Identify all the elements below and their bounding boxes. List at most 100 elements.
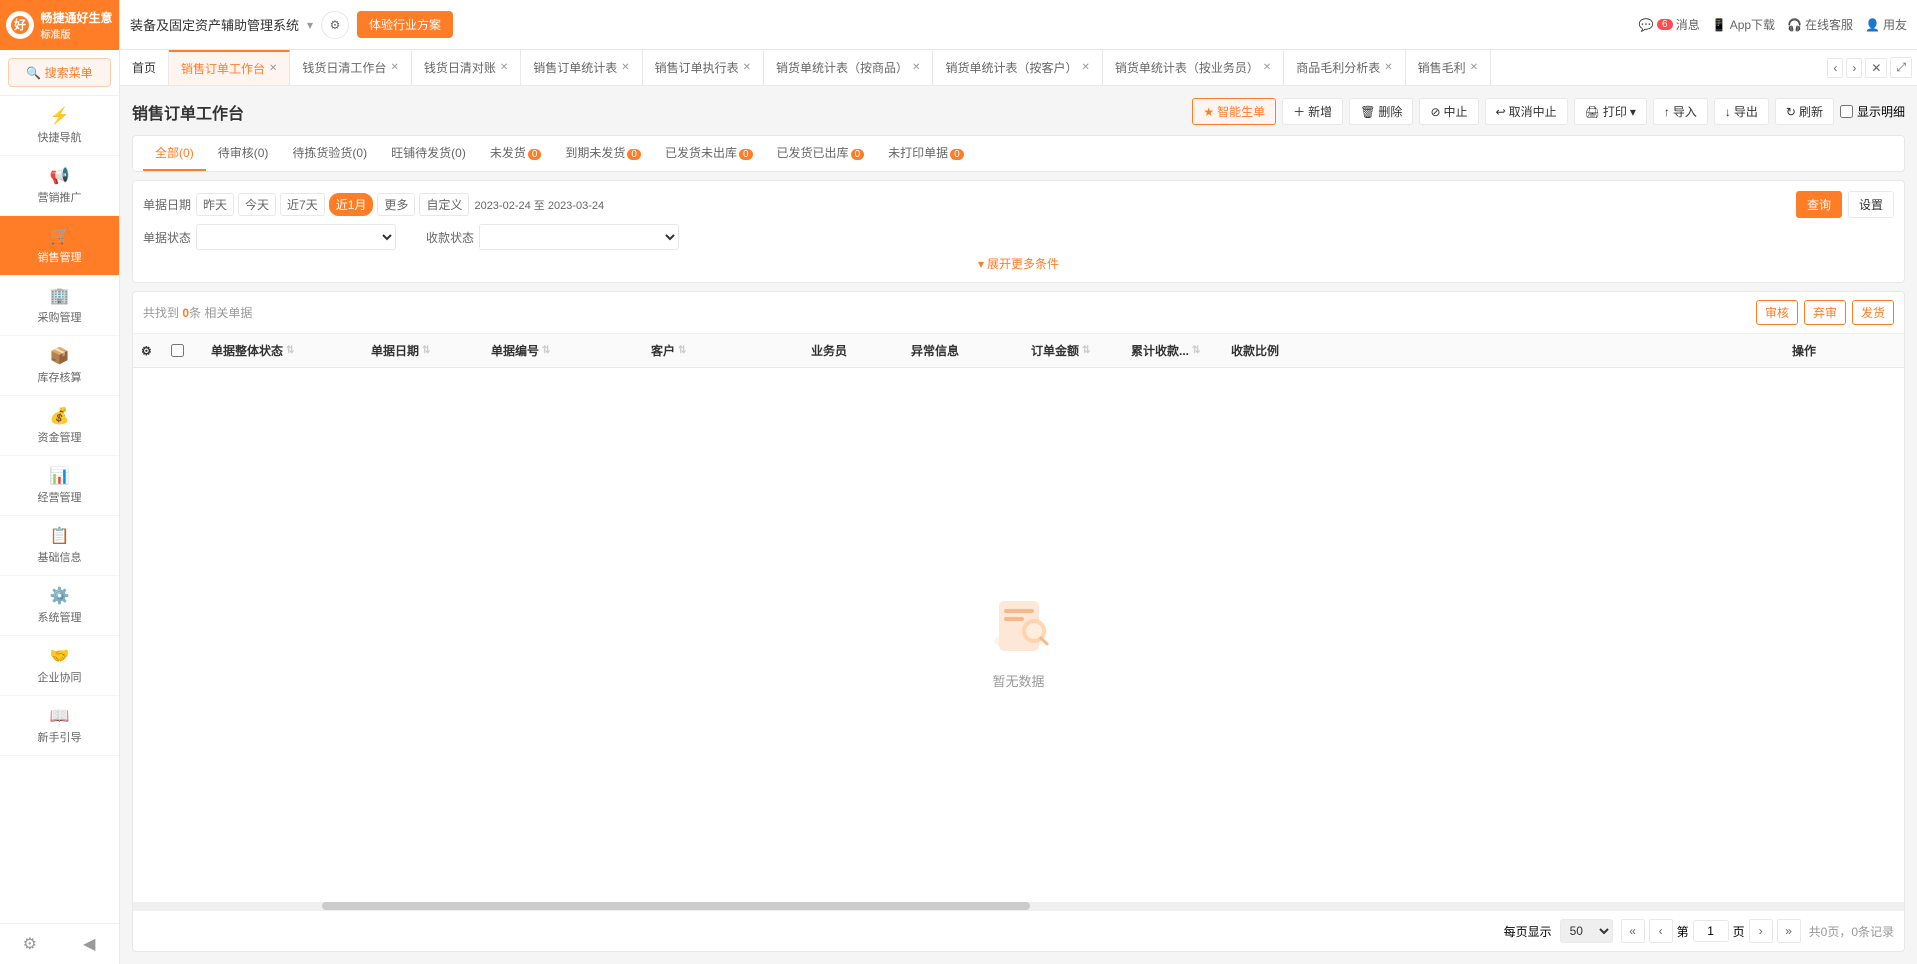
sidebar-item-enterprise[interactable]: 🤝 企业协同 [0,636,119,696]
sidebar-item-system[interactable]: ⚙️ 系统管理 [0,576,119,636]
ship-action-btn[interactable]: 发货 [1852,300,1894,325]
review-btn[interactable]: 审核 [1756,300,1798,325]
date-btn-7days[interactable]: 近7天 [280,193,325,216]
topbar-settings-btn[interactable]: ⚙ [321,11,349,39]
tab-close-goods-margin[interactable]: ✕ [1384,62,1392,73]
search-settings-btn[interactable]: 设置 [1848,191,1894,218]
th-settings[interactable]: ⚙ [133,344,163,358]
th-status[interactable]: 单据整体状态 ⇅ [203,342,363,359]
tab-close-goods-stat-staff[interactable]: ✕ [1263,62,1271,73]
payment-select[interactable] [479,224,679,250]
th-amount[interactable]: 订单金额 ⇅ [1023,342,1123,359]
tab-sales-profit[interactable]: 销售毛利 ✕ [1406,50,1491,86]
app-download-btn[interactable]: 📱 App下载 [1712,16,1775,33]
sidebar-item-quick-nav[interactable]: ⚡ 快捷导航 [0,96,119,156]
filter-tab-wangpu-ship[interactable]: 旺铺待发货(0) [379,136,478,171]
cancel-review-btn[interactable]: 弃审 [1804,300,1846,325]
search-btn[interactable]: 查询 [1796,191,1842,218]
export-btn[interactable]: ↓ 导出 [1714,98,1769,125]
sidebar-item-guide[interactable]: 📖 新手引导 [0,696,119,756]
filter-tab-pending-review[interactable]: 待审核(0) [206,136,281,171]
sidebar-search-area[interactable]: 🔍 搜索菜单 [0,50,119,96]
tab-sales-exec[interactable]: 销售订单执行表 ✕ [643,50,764,86]
tab-close-sales-workbench[interactable]: ✕ [269,63,277,74]
th-no[interactable]: 单据编号 ⇅ [483,342,643,359]
tab-cash-daily[interactable]: 钱货日清工作台 ✕ [290,50,411,86]
filter-tab-shipped-not-out[interactable]: 已发货未出库0 [653,136,765,171]
refresh-btn[interactable]: ↻ 刷新 [1775,98,1834,125]
show-detail-label[interactable]: 显示明细 [1840,103,1905,120]
sidebar-item-finance[interactable]: 💰 资金管理 [0,396,119,456]
per-page-select[interactable]: 20 50 100 [1560,919,1613,943]
status-select[interactable] [196,224,396,250]
online-service-btn[interactable]: 🎧 在线客服 [1787,16,1853,33]
page-first-btn[interactable]: « [1621,919,1645,943]
sidebar-item-marketing[interactable]: 📢 营销推广 [0,156,119,216]
select-all-checkbox[interactable] [171,344,184,357]
page-last-btn[interactable]: » [1777,919,1801,943]
filter-tab-not-printed[interactable]: 未打印单据0 [876,136,976,171]
sidebar-search-btn[interactable]: 🔍 搜索菜单 [8,58,111,87]
filter-tab-pending-inspect[interactable]: 待拣货验货(0) [280,136,379,171]
user-menu[interactable]: 👤 用友 [1865,16,1907,33]
th-date[interactable]: 单据日期 ⇅ [363,342,483,359]
sidebar-collapse-btn[interactable]: ◀ [60,924,120,964]
tab-home[interactable]: 首页 [120,50,169,86]
th-check[interactable] [163,344,203,357]
tab-close-cash-daily[interactable]: ✕ [390,62,398,73]
filter-tab-all[interactable]: 全部(0) [143,136,206,171]
sidebar-settings-btn[interactable]: ⚙ [0,924,60,964]
date-btn-more[interactable]: 更多 [377,193,415,216]
delete-btn[interactable]: 🗑 删除 [1349,98,1413,125]
filter-tab-not-shipped[interactable]: 未发货0 [478,136,554,171]
expand-conditions-btn[interactable]: ▾ 展开更多条件 [978,255,1059,272]
sidebar-item-operations[interactable]: 📊 经营管理 [0,456,119,516]
page-prev-btn[interactable]: ‹ [1649,919,1673,943]
horizontal-scrollbar[interactable] [133,902,1904,910]
import-btn[interactable]: ↑ 导入 [1653,98,1708,125]
th-collected[interactable]: 累计收款... ⇅ [1123,342,1223,359]
status-field: 单据状态 [143,224,396,250]
sidebar-item-basic[interactable]: 📋 基础信息 [0,516,119,576]
tab-cash-reconcile[interactable]: 钱货日清对账 ✕ [412,50,521,86]
show-detail-checkbox[interactable] [1840,105,1853,118]
sidebar-item-purchase[interactable]: 🏢 采购管理 [0,276,119,336]
tabbar-next-btn[interactable]: › [1846,58,1862,78]
filter-tab-overdue-not-shipped[interactable]: 到期未发货0 [553,136,653,171]
tab-goods-stat-customer[interactable]: 销货单统计表（按客户） ✕ [933,50,1102,86]
sidebar-item-inventory[interactable]: 📦 库存核算 [0,336,119,396]
message-btn[interactable]: 💬 6 消息 [1639,16,1700,33]
filter-tab-shipped-out[interactable]: 已发货已出库0 [765,136,877,171]
tabbar-maximize-btn[interactable]: ⤢ [1890,57,1912,78]
tab-close-sales-profit[interactable]: ✕ [1470,62,1478,73]
tab-close-cash-reconcile[interactable]: ✕ [500,62,508,73]
date-btn-yesterday[interactable]: 昨天 [196,193,234,216]
tab-goods-stat-staff[interactable]: 销货单统计表（按业务员） ✕ [1103,50,1284,86]
date-btn-today[interactable]: 今天 [238,193,276,216]
page-input[interactable] [1693,920,1729,942]
tabbar-close-btn[interactable]: ✕ [1865,58,1887,78]
topbar-dropdown-icon[interactable]: ▾ [307,18,313,32]
smart-create-btn[interactable]: ★ 智能生单 [1192,98,1276,125]
industry-solution-btn[interactable]: 体验行业方案 [357,11,453,38]
th-customer[interactable]: 客户 ⇅ [643,342,803,359]
sidebar-item-sales[interactable]: 🛒 销售管理 [0,216,119,276]
tab-close-sales-exec[interactable]: ✕ [743,62,751,73]
date-btn-custom[interactable]: 自定义 [419,193,469,216]
cancel-stop-btn[interactable]: ↩ 取消中止 [1485,98,1568,125]
tab-goods-stat-product[interactable]: 销货单统计表（按商品） ✕ [764,50,933,86]
tab-goods-margin[interactable]: 商品毛利分析表 ✕ [1284,50,1405,86]
tab-close-goods-stat-product[interactable]: ✕ [912,62,920,73]
tab-sales-stat[interactable]: 销售订单统计表 ✕ [521,50,642,86]
tab-sales-workbench[interactable]: 销售订单工作台 ✕ [169,50,290,86]
print-btn[interactable]: 🖨 打印 ▾ [1574,98,1647,125]
stop-btn[interactable]: ⊘ 中止 [1419,98,1478,125]
tab-close-goods-stat-customer[interactable]: ✕ [1081,62,1089,73]
scrollbar-thumb[interactable] [322,902,1030,910]
page-next-btn[interactable]: › [1749,919,1773,943]
tab-close-sales-stat[interactable]: ✕ [621,62,629,73]
tabbar-prev-btn[interactable]: ‹ [1827,58,1843,78]
date-btn-1month[interactable]: 近1月 [329,193,374,216]
th-staff[interactable]: 业务员 [803,342,903,359]
add-btn[interactable]: ＋ 新增 [1282,98,1343,125]
